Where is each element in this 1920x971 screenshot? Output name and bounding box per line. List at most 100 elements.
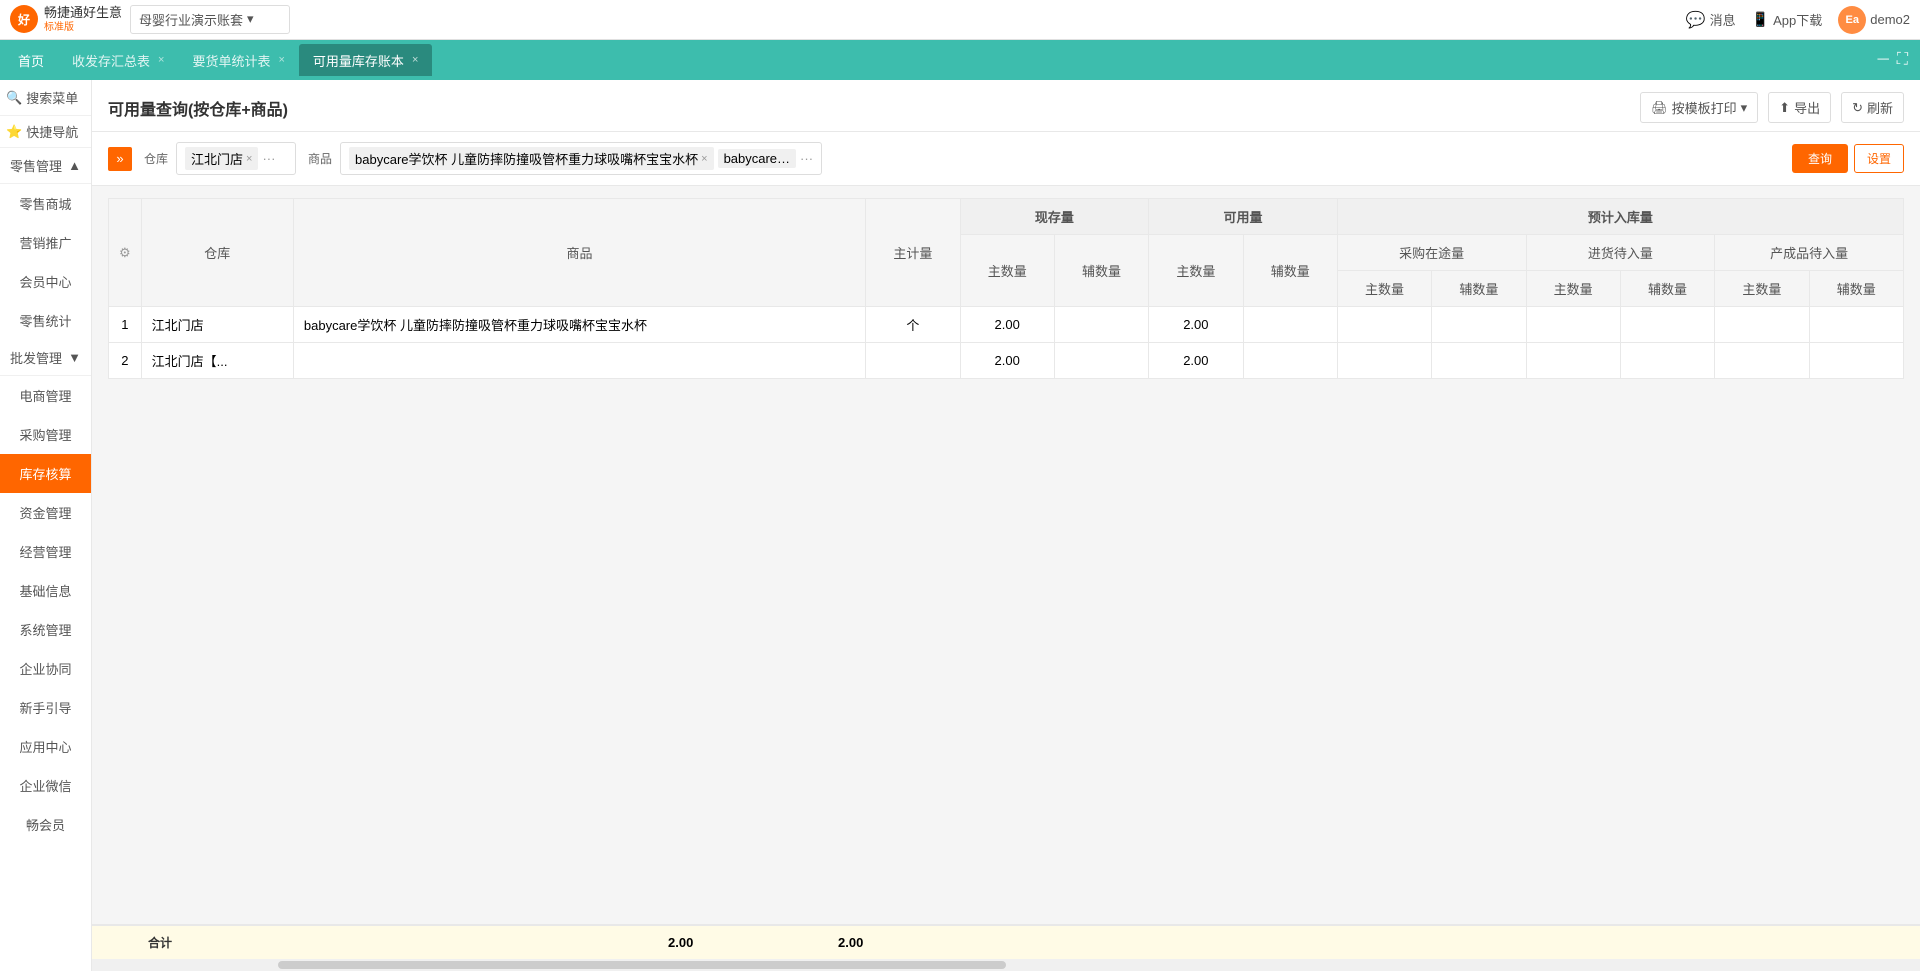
avatar: Ea [1838, 6, 1866, 34]
cell-prod-main [1715, 343, 1809, 379]
cell-unit: 个 [866, 307, 960, 343]
footer-label: 合计 [108, 934, 228, 951]
product-filter-input[interactable]: babycare学饮杯 儿童防摔防撞吸管杯重力球吸嘴杯宝宝水杯 × babyca… [340, 142, 822, 175]
warehouse-filter-input[interactable]: 江北门店 × ··· [176, 142, 296, 175]
th-inbound-main: 主数量 [1526, 271, 1620, 307]
cell-inbound-aux [1620, 343, 1714, 379]
product-tag-2: babycare… [718, 149, 796, 168]
th-available-group: 可用量 [1149, 199, 1338, 235]
sidebar-item-inventory-check[interactable]: 库存核算 [0, 454, 91, 493]
sidebar-quick-nav[interactable]: ⭐ 快捷导航 [0, 116, 91, 148]
cell-purchase-main [1337, 343, 1431, 379]
cell-avail-aux [1243, 307, 1337, 343]
app-icon: 📱 [1752, 11, 1769, 28]
cell-purchase-aux [1432, 307, 1526, 343]
th-settings[interactable]: ⚙ [109, 199, 142, 307]
star-icon: ⭐ [6, 124, 22, 140]
cell-warehouse: 江北门店【... [141, 343, 293, 379]
cell-stock-main: 2.00 [960, 307, 1054, 343]
tab-available-stock[interactable]: 可用量库存账本 × [299, 44, 432, 76]
sidebar-item-purchase-mgmt[interactable]: 采购管理 [0, 415, 91, 454]
tab-receive-summary[interactable]: 收发存汇总表 × [58, 44, 178, 76]
sidebar-item-new-guide[interactable]: 新手引导 [0, 688, 91, 727]
sidebar-item-ecommerce[interactable]: 电商管理 [0, 376, 91, 415]
warehouse-label: 仓库 [144, 150, 168, 167]
chevron-down-icon: ▼ [68, 350, 81, 365]
product-label: 商品 [308, 150, 332, 167]
sidebar-item-enterprise-collab[interactable]: 企业协同 [0, 649, 91, 688]
query-button[interactable]: 查询 [1792, 144, 1848, 173]
sidebar-item-marketing[interactable]: 营销推广 [0, 223, 91, 262]
cell-product [293, 343, 865, 379]
export-icon: ⬆ [1779, 100, 1790, 116]
sidebar-item-vip-member[interactable]: 畅会员 [0, 805, 91, 844]
cell-avail-aux [1243, 343, 1337, 379]
product-more[interactable]: ··· [800, 151, 813, 166]
chevron-up-icon: ▲ [68, 158, 81, 173]
chevron-down-icon: ▾ [247, 11, 254, 27]
logo-icon: 好 [10, 5, 38, 33]
content-area: 可用量查询(按仓库+商品) 🖨 按模板打印 ▾ ⬆ 导出 ↻ 刷新 [92, 80, 1920, 971]
chevron-down-icon: ▾ [1741, 100, 1748, 116]
tab-home[interactable]: 首页 [4, 44, 58, 76]
product-tag-1: babycare学饮杯 儿童防摔防撞吸管杯重力球吸嘴杯宝宝水杯 × [349, 147, 714, 170]
refresh-btn[interactable]: ↻ 刷新 [1841, 92, 1904, 123]
sidebar-item-ops-mgmt[interactable]: 经营管理 [0, 532, 91, 571]
print-btn[interactable]: 🖨 按模板打印 ▾ [1640, 92, 1758, 123]
filter-toggle[interactable]: » [108, 147, 132, 171]
close-tab-available-stock[interactable]: × [412, 54, 418, 66]
nav-tab-end: ─ ⛶ [1877, 51, 1916, 69]
export-btn[interactable]: ⬆ 导出 [1768, 92, 1831, 123]
close-tab-receive-summary[interactable]: × [158, 54, 164, 66]
close-tab-demand-stats[interactable]: × [278, 54, 284, 66]
remove-product-tag-1[interactable]: × [701, 153, 707, 165]
table-row: 2 江北门店【... 2.00 2.00 [109, 343, 1904, 379]
sidebar-item-member-center[interactable]: 会员中心 [0, 262, 91, 301]
footer-avail-main: 2.00 [838, 935, 928, 950]
cell-inbound-main [1526, 343, 1620, 379]
top-bar-left: 好 畅捷通好生意 标准版 母婴行业演示账套 ▾ [10, 5, 290, 35]
cell-avail-main: 2.00 [1149, 343, 1243, 379]
sidebar-item-finance-mgmt[interactable]: 资金管理 [0, 493, 91, 532]
sidebar-item-retail-stats[interactable]: 零售统计 [0, 301, 91, 340]
sidebar-item-wholesale-mgmt[interactable]: 批发管理 ▼ [0, 340, 91, 376]
industry-selector[interactable]: 母婴行业演示账套 ▾ [130, 5, 290, 34]
refresh-icon: ↻ [1852, 100, 1863, 116]
settings-icon[interactable]: ⚙ [119, 245, 131, 260]
warehouse-tag: 江北门店 × [185, 147, 258, 170]
th-stock-aux: 辅数量 [1054, 235, 1148, 307]
cell-avail-main: 2.00 [1149, 307, 1243, 343]
sidebar-item-app-center[interactable]: 应用中心 [0, 727, 91, 766]
th-purchase-group: 采购在途量 [1337, 235, 1526, 271]
minimize-icon[interactable]: ─ [1877, 51, 1888, 69]
maximize-icon[interactable]: ⛶ [1897, 51, 1908, 69]
sidebar-item-basic-info[interactable]: 基础信息 [0, 571, 91, 610]
cell-warehouse: 江北门店 [141, 307, 293, 343]
warehouse-more[interactable]: ··· [262, 151, 275, 166]
scroll-thumb[interactable] [278, 961, 1006, 969]
tab-demand-stats[interactable]: 要货单统计表 × [178, 44, 298, 76]
remove-warehouse-tag[interactable]: × [246, 153, 252, 165]
cell-prod-aux [1809, 343, 1904, 379]
cell-prod-aux [1809, 307, 1904, 343]
cell-inbound-aux [1620, 307, 1714, 343]
sidebar-item-retail-mgmt[interactable]: 零售管理 ▲ [0, 148, 91, 184]
sidebar-search[interactable]: 🔍 搜索菜单 [0, 80, 91, 116]
sidebar-item-enterprise-wechat[interactable]: 企业微信 [0, 766, 91, 805]
cell-product: babycare学饮杯 儿童防摔防撞吸管杯重力球吸嘴杯宝宝水杯 [293, 307, 865, 343]
cell-no: 2 [109, 343, 142, 379]
main-layout: 🔍 搜索菜单 ⭐ 快捷导航 零售管理 ▲ 零售商城 营销推广 会员中心 零售统计… [0, 80, 1920, 971]
scroll-bar[interactable] [92, 959, 1920, 971]
cell-unit [866, 343, 960, 379]
app-download-action[interactable]: 📱 App下载 [1752, 10, 1823, 29]
message-action[interactable]: 💬 消息 [1686, 10, 1736, 30]
th-planned-group: 预计入库量 [1337, 199, 1903, 235]
th-inbound-group: 进货待入量 [1526, 235, 1715, 271]
th-avail-aux: 辅数量 [1243, 235, 1337, 307]
user-profile[interactable]: Ea demo2 [1838, 6, 1910, 34]
sidebar-item-system-mgmt[interactable]: 系统管理 [0, 610, 91, 649]
cell-inbound-main [1526, 307, 1620, 343]
sidebar-item-retail-mall[interactable]: 零售商城 [0, 184, 91, 223]
filter-bar: » 仓库 江北门店 × ··· 商品 babycare学饮杯 儿童防摔防撞吸管杯… [92, 132, 1920, 186]
setting-button[interactable]: 设置 [1854, 144, 1904, 173]
